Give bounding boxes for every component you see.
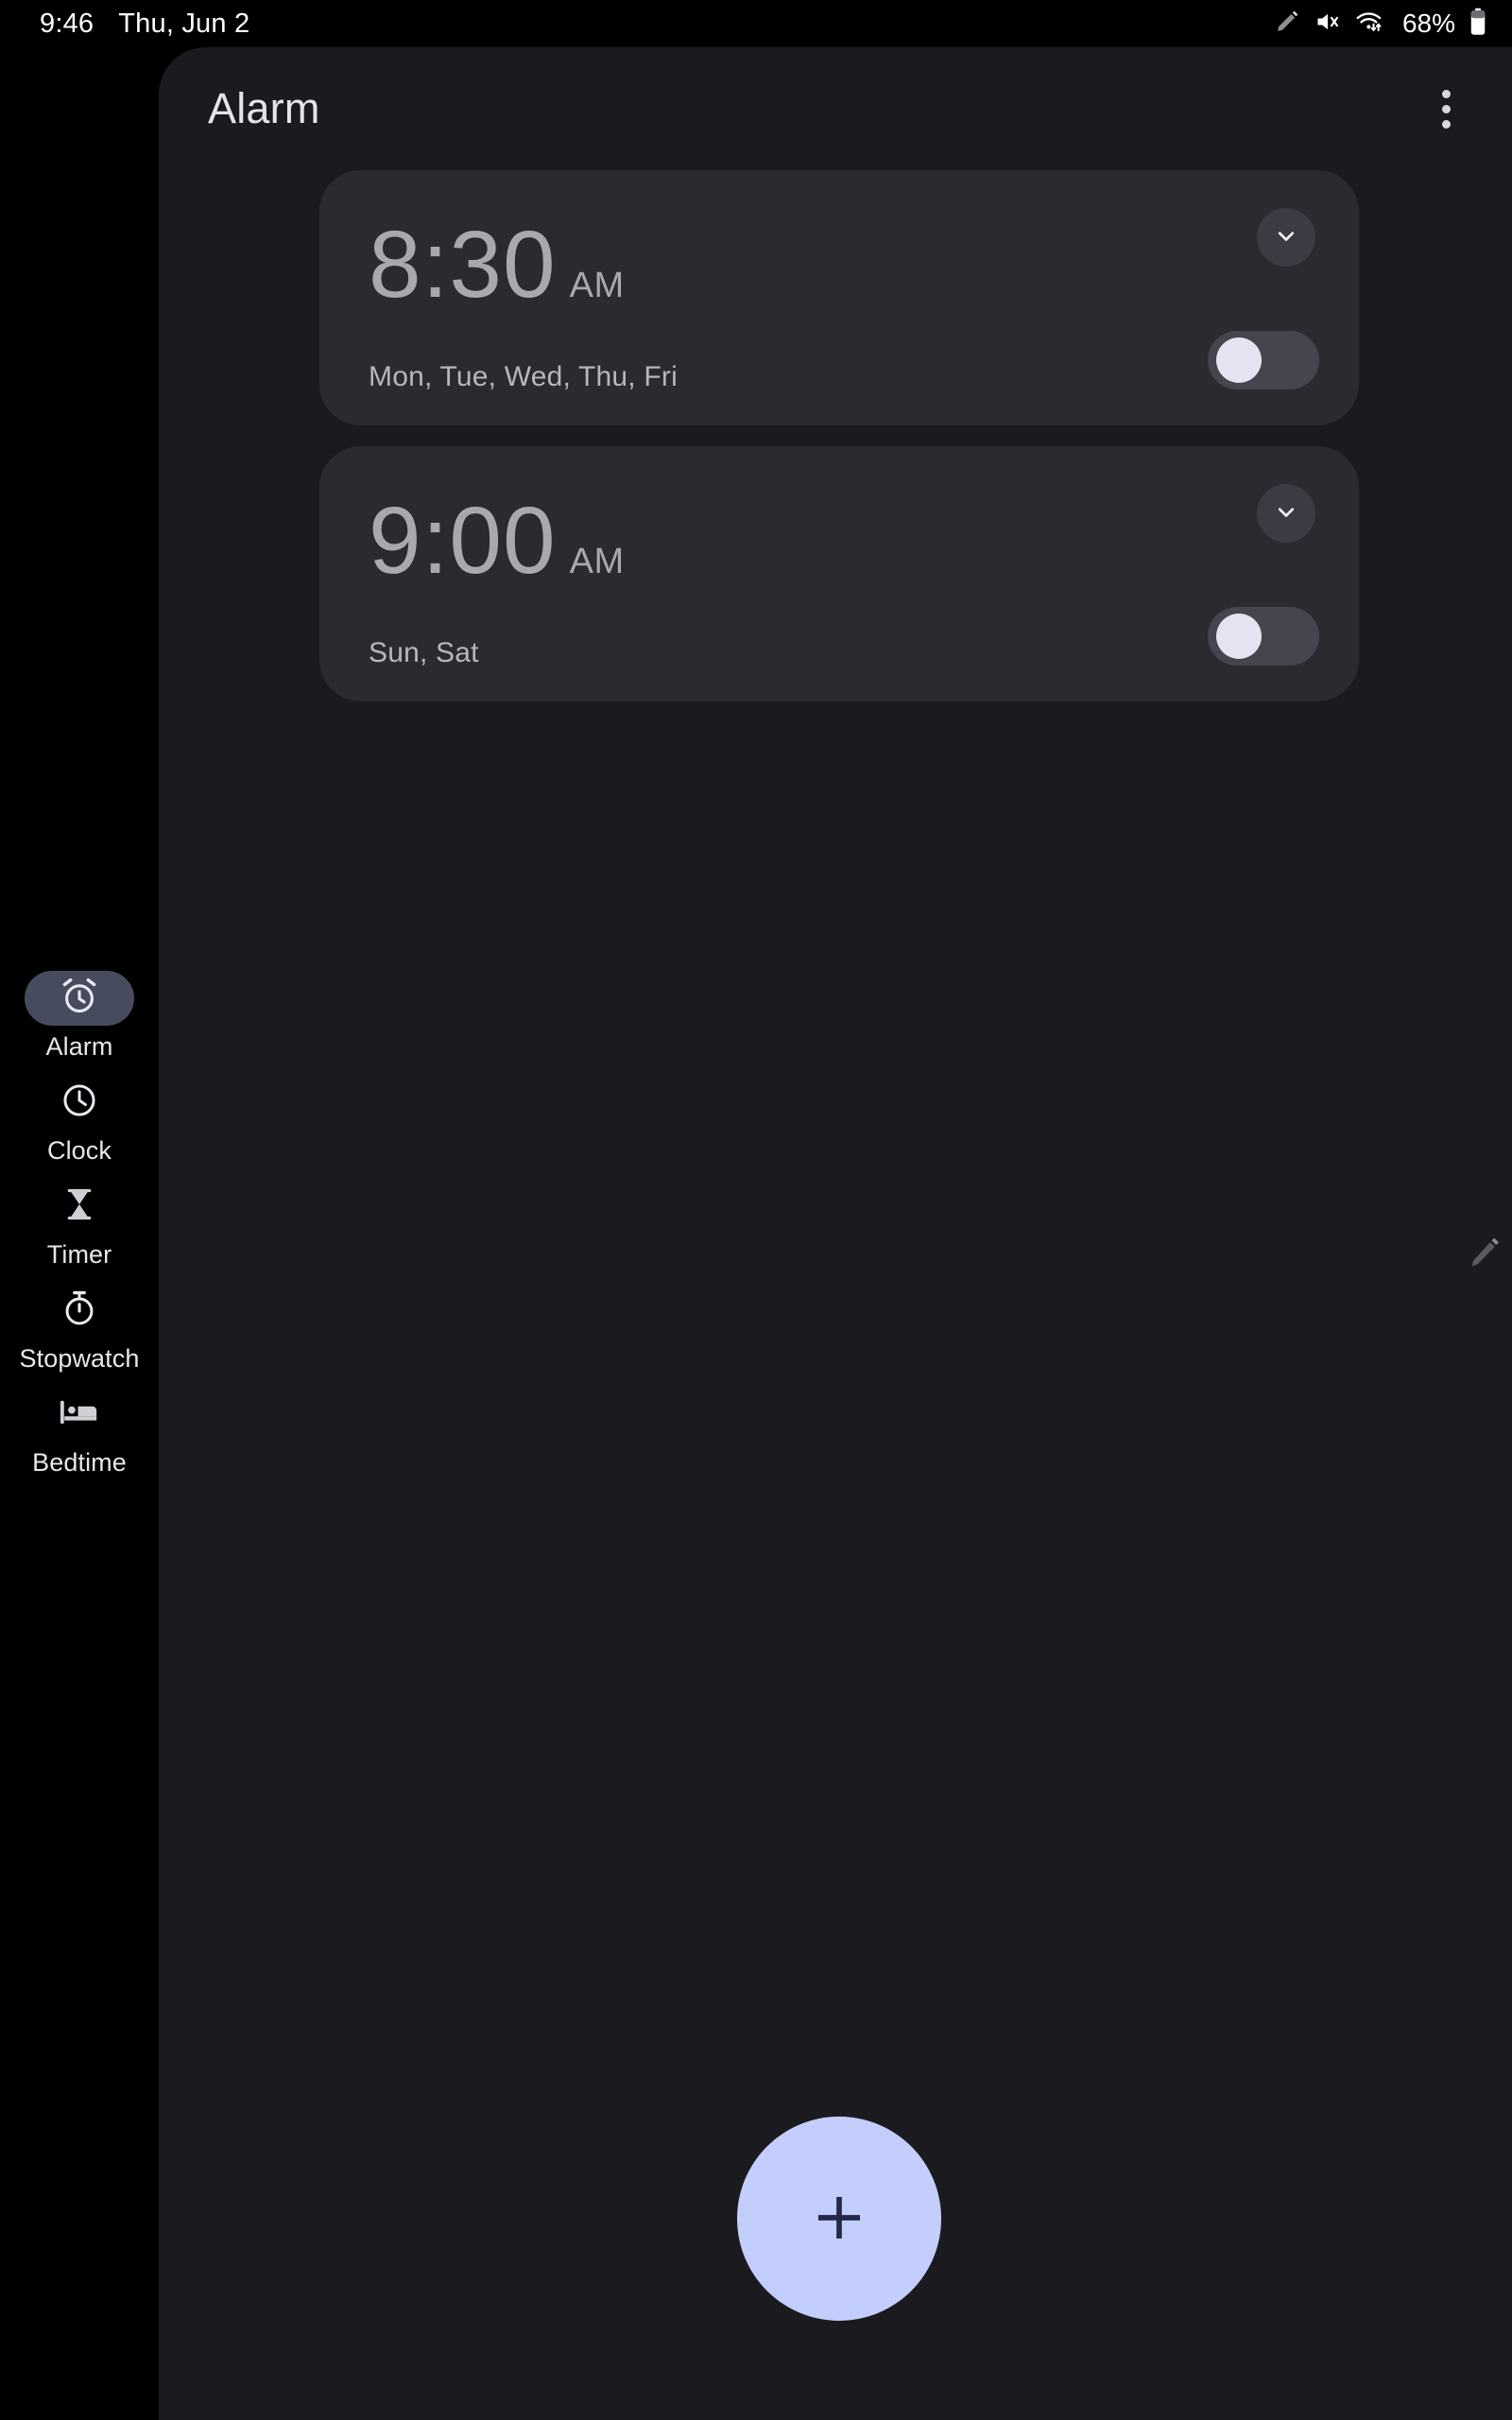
navigation-rail-items: Alarm Clock Timer Stopwatch Bedtime xyxy=(0,971,159,1478)
alarm-clock-icon xyxy=(59,976,100,1022)
alarm-list: 8:30 AM Mon, Tue, Wed, Thu, Fri 9:00 AM … xyxy=(159,170,1512,701)
stylus-pencil-icon xyxy=(1465,1228,1503,1278)
alarm-days: Mon, Tue, Wed, Thu, Fri xyxy=(369,361,678,392)
status-bar-left: 9:46 Thu, Jun 2 xyxy=(40,9,249,40)
alarm-meridiem: AM xyxy=(569,542,625,581)
sidebar-item-alarm[interactable]: Alarm xyxy=(0,971,159,1062)
sidebar-item-clock-label: Clock xyxy=(46,1136,112,1165)
sidebar-item-stopwatch-pill xyxy=(25,1283,134,1338)
overflow-dot xyxy=(1441,89,1451,98)
plus-icon xyxy=(805,2184,873,2255)
alarm-expand-button[interactable] xyxy=(1257,208,1315,267)
sidebar-item-alarm-label: Alarm xyxy=(45,1032,113,1061)
sidebar-item-clock[interactable]: Clock xyxy=(0,1075,159,1166)
clock-icon xyxy=(60,1080,99,1125)
alarm-expand-button[interactable] xyxy=(1257,484,1315,543)
status-bar-clock: 9:46 xyxy=(40,8,94,39)
wifi-icon xyxy=(1355,9,1385,40)
status-bar: 9:46 Thu, Jun 2 68% xyxy=(0,0,1512,47)
alarm-toggle-switch[interactable] xyxy=(1208,607,1319,666)
volume-muted-icon xyxy=(1314,9,1342,40)
sidebar-item-clock-pill xyxy=(25,1075,134,1130)
sidebar-item-alarm-pill xyxy=(25,971,134,1026)
sidebar-item-stopwatch[interactable]: Stopwatch xyxy=(0,1283,159,1374)
overflow-dot xyxy=(1441,119,1451,129)
alarm-toggle-switch[interactable] xyxy=(1208,331,1319,389)
edge-panel-stylus-handle[interactable] xyxy=(1461,1225,1506,1280)
overflow-menu-button[interactable] xyxy=(1410,73,1482,145)
sidebar-item-bedtime-pill xyxy=(25,1387,134,1442)
alarm-days: Sun, Sat xyxy=(369,637,479,668)
overflow-dot xyxy=(1441,104,1451,113)
bed-icon xyxy=(59,1392,100,1438)
chevron-down-icon xyxy=(1272,222,1300,253)
alarm-time: 9:00 xyxy=(369,488,557,594)
sidebar-item-bedtime-label: Bedtime xyxy=(32,1448,127,1477)
stylus-icon xyxy=(1274,9,1300,40)
battery-percent-label: 68% xyxy=(1401,9,1455,38)
alarm-card[interactable]: 8:30 AM Mon, Tue, Wed, Thu, Fri xyxy=(319,170,1359,425)
alarm-toggle-knob xyxy=(1216,337,1262,383)
status-bar-date: Thu, Jun 2 xyxy=(118,8,250,39)
sidebar-item-stopwatch-label: Stopwatch xyxy=(19,1344,140,1373)
add-alarm-fab[interactable] xyxy=(737,2117,941,2321)
alarm-time: 8:30 xyxy=(369,212,557,318)
alarm-meridiem: AM xyxy=(569,266,625,305)
sidebar-item-timer-pill xyxy=(25,1179,134,1234)
sidebar-item-timer-label: Timer xyxy=(46,1240,112,1269)
hourglass-icon xyxy=(60,1185,98,1228)
battery-icon xyxy=(1469,8,1487,41)
status-bar-right: 68% xyxy=(1274,8,1487,41)
chevron-down-icon xyxy=(1272,498,1300,529)
sidebar-item-bedtime[interactable]: Bedtime xyxy=(0,1387,159,1478)
alarm-card[interactable]: 9:00 AM Sun, Sat xyxy=(319,446,1359,701)
stopwatch-icon xyxy=(60,1288,99,1333)
page-title: Alarm xyxy=(208,84,320,132)
alarm-toggle-knob xyxy=(1216,614,1262,659)
navigation-rail: Alarm Clock Timer Stopwatch Bedtime xyxy=(0,0,159,2420)
alarm-time-row: 8:30 AM xyxy=(369,217,1310,312)
alarm-time-row: 9:00 AM xyxy=(369,493,1310,588)
sidebar-item-timer[interactable]: Timer xyxy=(0,1179,159,1270)
content-panel: Alarm 8:30 AM Mon, Tue, Wed, Thu, Fri 9:… xyxy=(159,47,1512,2420)
screen-root: 9:46 Thu, Jun 2 68% Alarm Clock Timer St… xyxy=(0,0,1512,2420)
app-bar: Alarm xyxy=(159,47,1512,170)
